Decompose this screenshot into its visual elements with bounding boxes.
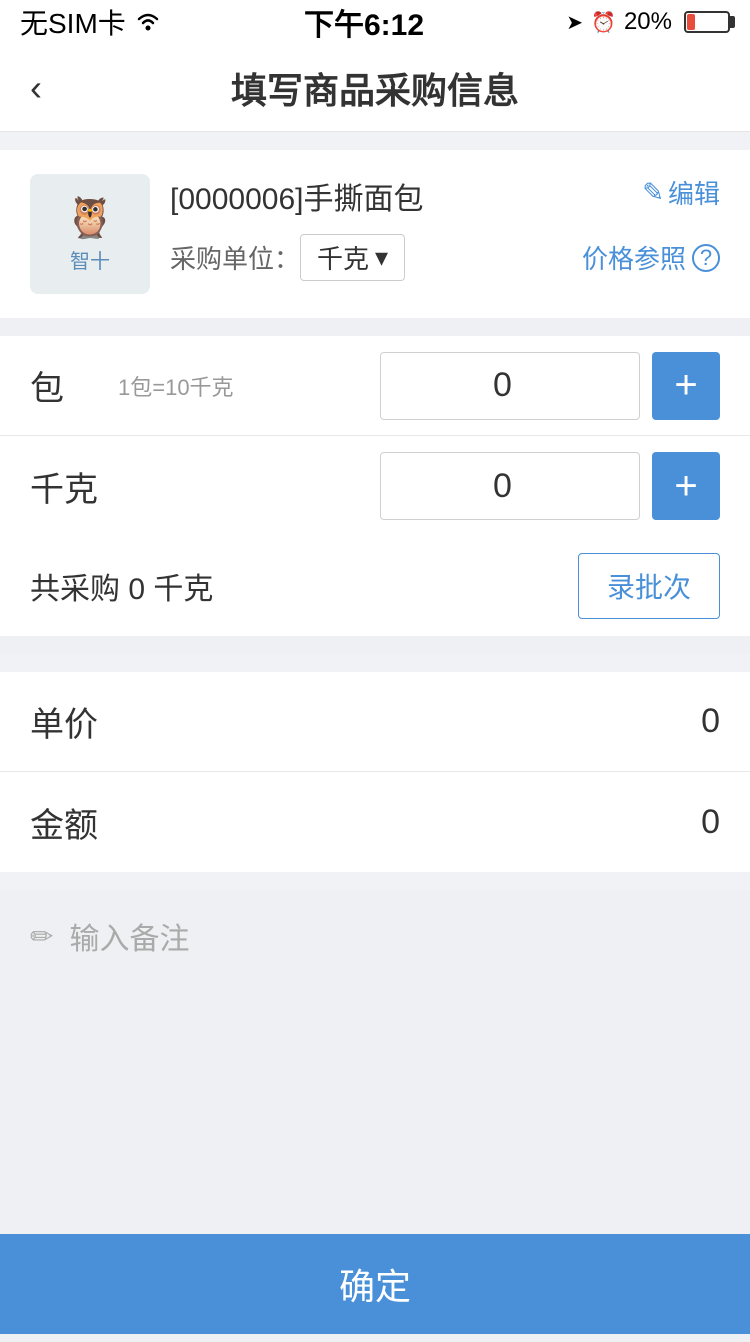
dropdown-icon: ▾ [375, 242, 388, 273]
quantity-section: 包 1包=10千克 + 千克 + [0, 336, 750, 536]
section-divider-1 [0, 318, 750, 336]
kg-label: 千克 [30, 462, 110, 511]
bag-label: 包 [30, 361, 110, 410]
status-left: 无SIM卡 [20, 2, 162, 42]
product-logo-text: 智十 [70, 245, 110, 274]
back-button[interactable]: ‹ [0, 67, 72, 109]
unit-price-label: 单价 [30, 697, 701, 746]
bag-plus-button[interactable]: + [652, 352, 720, 420]
nav-bar: ‹ 填写商品采购信息 [0, 44, 750, 132]
kg-quantity-input[interactable] [380, 452, 640, 520]
amount-label: 金额 [30, 798, 701, 847]
location-icon: ➤ [566, 10, 583, 35]
product-thumbnail: 🦉 智十 [30, 174, 150, 294]
page-title: 填写商品采购信息 [231, 62, 519, 114]
bag-quantity-input[interactable] [380, 352, 640, 420]
battery-icon [684, 11, 730, 33]
product-info: [0000006]手撕面包 ✎ 编辑 采购单位： 千克 ▾ 价格参照 ? [170, 174, 720, 281]
edit-button[interactable]: ✎ 编辑 [642, 174, 720, 211]
unit-price-row: 单价 0 [0, 672, 750, 772]
price-ref-button[interactable]: 价格参照 ? [582, 239, 720, 276]
price-ref-help-icon: ? [692, 244, 720, 272]
price-section: 单价 0 金额 0 [0, 672, 750, 872]
bag-input-row: 包 1包=10千克 + [0, 336, 750, 436]
alarm-icon: ⏰ [591, 10, 616, 35]
price-ref-label: 价格参照 [582, 239, 686, 276]
notes-placeholder: 输入备注 [69, 914, 189, 958]
status-bar: 无SIM卡 下午6:12 ➤ ⏰ 20% [0, 0, 750, 44]
status-right: ➤ ⏰ 20% [566, 8, 730, 36]
section-divider-2 [0, 636, 750, 654]
unit-select[interactable]: 千克 ▾ [300, 234, 405, 281]
pencil-icon: ✏ [30, 920, 53, 953]
kg-plus-button[interactable]: + [652, 452, 720, 520]
unit-price-value: 0 [701, 702, 720, 741]
battery-percent: 20% [624, 8, 672, 36]
kg-input-row: 千克 + [0, 436, 750, 536]
notes-section[interactable]: ✏ 输入备注 [0, 890, 750, 982]
unit-value: 千克 [317, 239, 369, 276]
product-name: [0000006]手撕面包 [170, 174, 642, 218]
summary-text: 共采购 0 千克 [30, 564, 578, 608]
amount-row: 金额 0 [0, 772, 750, 872]
unit-label: 采购单位： [170, 239, 300, 276]
amount-value: 0 [701, 803, 720, 842]
batch-button[interactable]: 录批次 [578, 553, 720, 619]
no-sim-text: 无SIM卡 [20, 2, 126, 42]
bag-sublabel: 1包=10千克 [118, 370, 234, 402]
product-logo-icon: 🦉 [65, 194, 115, 241]
summary-row: 共采购 0 千克 录批次 [0, 536, 750, 636]
confirm-button[interactable]: 确定 [0, 1234, 750, 1334]
edit-icon: ✎ [642, 177, 664, 208]
wifi-icon [134, 6, 162, 38]
product-card: 🦉 智十 [0000006]手撕面包 ✎ 编辑 采购单位： 千克 ▾ 价格参照 … [0, 150, 750, 318]
status-time: 下午6:12 [304, 0, 424, 44]
